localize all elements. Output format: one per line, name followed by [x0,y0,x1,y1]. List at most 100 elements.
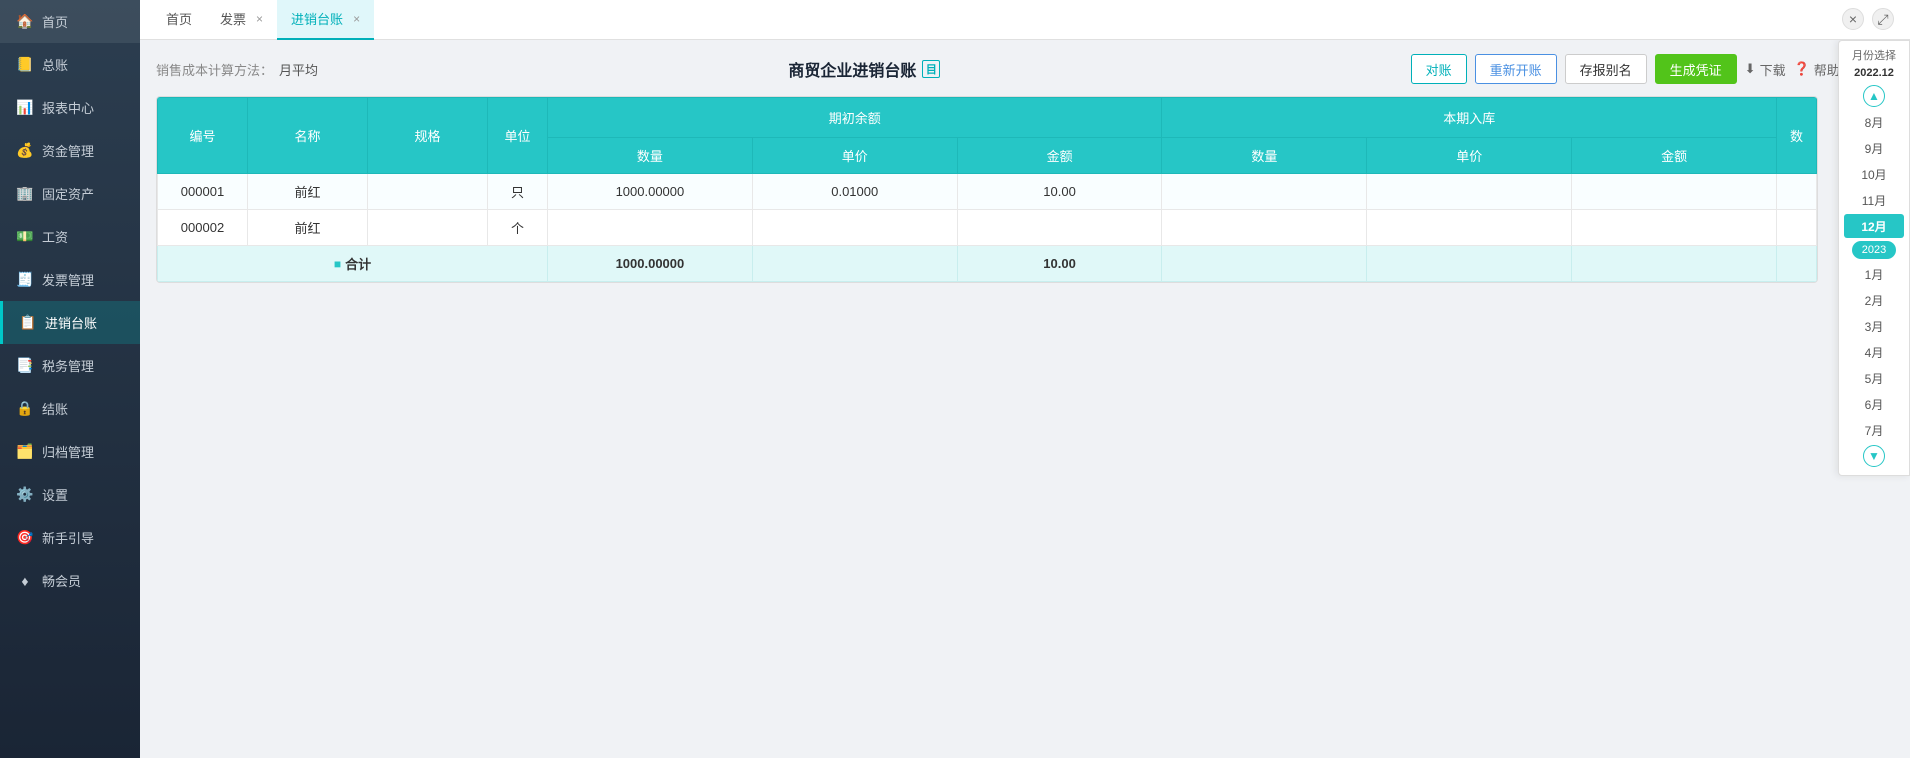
sidebar-item-reports[interactable]: 📊 报表中心 [0,86,140,129]
close-account-icon: 🔒 [16,400,34,417]
col-opening-price: 单价 [752,138,957,174]
cell-opening-price: 0.01000 [752,174,957,210]
month-10[interactable]: 10月 [1844,162,1904,186]
month-6[interactable]: 6月 [1844,392,1904,416]
cell-opening-qty [548,210,753,246]
download-icon: ⬇ [1745,61,1756,77]
archive-icon: 🗂️ [16,443,34,460]
reopen-button[interactable]: 重新开账 [1475,54,1557,84]
month-9[interactable]: 9月 [1844,136,1904,160]
year-2023-badge: 2023 [1852,241,1896,259]
cell-name: 前红 [248,210,368,246]
cell-in-price [1367,174,1572,210]
help-icon: ❓ [1794,61,1810,77]
sidebar-item-archive[interactable]: 🗂️ 归档管理 [0,430,140,473]
total-opening-qty: 1000.00000 [548,246,753,282]
month-5[interactable]: 5月 [1844,366,1904,390]
sidebar-item-tax[interactable]: 📑 税务管理 [0,344,140,387]
tax-icon: 📑 [16,357,34,374]
sidebar-item-member[interactable]: ♦ 畅会员 [0,559,140,602]
month-7[interactable]: 7月 [1844,418,1904,442]
content-area: 销售成本计算方法： 月平均 商贸企业进销台账 目 对账 重新开账 存报别名 生成… [140,40,1910,758]
month-1[interactable]: 1月 [1844,262,1904,286]
cell-code: 000001 [158,174,248,210]
cell-spec [368,174,488,210]
window-maximize-button[interactable]: ⤢ [1872,8,1894,30]
settings-icon: ⚙️ [16,486,34,503]
window-controls: × ⤢ [1842,8,1894,30]
sidebar-item-assets[interactable]: 🏢 固定资产 [0,172,140,215]
col-period-in: 本期入库 [1162,98,1777,138]
funds-icon: 💰 [16,142,34,159]
close-purchase-sales-tab[interactable]: × [353,12,360,26]
cell-in-price [1367,210,1572,246]
tab-purchase-sales[interactable]: 进销台账 × [277,0,374,40]
month-2[interactable]: 2月 [1844,288,1904,312]
col-more: 数 [1777,98,1817,174]
table-row: 000002 前红 个 [158,210,1817,246]
col-name: 名称 [248,98,368,174]
sidebar-item-purchase-sales[interactable]: 📋 进销台账 [0,301,140,344]
cell-more [1777,174,1817,210]
total-label-cell: ■ 合计 [158,246,548,282]
total-more [1777,246,1817,282]
page-title: 商贸企业进销台账 目 [788,57,940,81]
purchase-sales-icon: 📋 [19,314,37,331]
cell-name: 前红 [248,174,368,210]
month-11[interactable]: 11月 [1844,188,1904,212]
sidebar-item-home[interactable]: 🏠 首页 [0,0,140,43]
toolbar: 对账 重新开账 存报别名 生成凭证 ⬇ 下载 ❓ 帮助 🔄 刷新 [1411,54,1894,84]
sidebar-item-wages[interactable]: 💵 工资 [0,215,140,258]
col-unit: 单位 [488,98,548,174]
sidebar-item-ledger[interactable]: 📒 总账 [0,43,140,86]
main-area: 首页 发票 × 进销台账 × 销售成本计算方法： 月平均 商贸企业进销台账 目 … [140,0,1910,758]
guide-icon: 🎯 [16,529,34,546]
tab-home[interactable]: 首页 [152,0,206,40]
tab-invoice[interactable]: 发票 × [206,0,277,40]
sidebar-item-invoice-mgmt[interactable]: 🧾 发票管理 [0,258,140,301]
col-opening-qty: 数量 [548,138,753,174]
close-invoice-tab[interactable]: × [256,12,263,26]
col-opening-balance: 期初余额 [548,98,1162,138]
sidebar-item-close[interactable]: 🔒 结账 [0,387,140,430]
help-button[interactable]: ❓ 帮助 [1794,60,1840,79]
cell-unit: 只 [488,174,548,210]
month-8[interactable]: 8月 [1844,110,1904,134]
cost-method-section: 销售成本计算方法： 月平均 [156,60,318,79]
cell-in-amount [1572,174,1777,210]
month-next-button[interactable]: ▼ [1863,445,1885,467]
cell-opening-qty: 1000.00000 [548,174,753,210]
month-12[interactable]: 12月 [1844,214,1904,238]
generate-voucher-button[interactable]: 生成凭证 [1655,54,1737,84]
col-in-qty: 数量 [1162,138,1367,174]
cell-opening-price [752,210,957,246]
reports-icon: 📊 [16,99,34,116]
tabs-bar: 首页 发票 × 进销台账 × [140,0,1910,40]
month-4[interactable]: 4月 [1844,340,1904,364]
col-opening-amount: 金额 [957,138,1162,174]
sidebar-item-settings[interactable]: ⚙️ 设置 [0,473,140,516]
save-as-button[interactable]: 存报别名 [1565,54,1647,84]
col-spec: 规格 [368,98,488,174]
sidebar-item-funds[interactable]: 💰 资金管理 [0,129,140,172]
header-row: 销售成本计算方法： 月平均 商贸企业进销台账 目 对账 重新开账 存报别名 生成… [156,54,1894,84]
total-in-qty [1162,246,1367,282]
window-close-button[interactable]: × [1842,8,1864,30]
assets-icon: 🏢 [16,185,34,202]
cell-unit: 个 [488,210,548,246]
sidebar: 🏠 首页 📒 总账 📊 报表中心 💰 资金管理 🏢 固定资产 💵 工资 🧾 发票… [0,0,140,758]
download-button[interactable]: ⬇ 下载 [1745,60,1786,79]
wages-icon: 💵 [16,228,34,245]
month-prev-button[interactable]: ▲ [1863,85,1885,107]
total-in-price [1367,246,1572,282]
month-3[interactable]: 3月 [1844,314,1904,338]
info-icon[interactable]: 目 [922,60,940,78]
table-row: 000001 前红 只 1000.00000 0.01000 10.00 [158,174,1817,210]
reconcile-button[interactable]: 对账 [1411,54,1467,84]
ledger-icon: 📒 [16,56,34,73]
cell-in-qty [1162,174,1367,210]
sidebar-item-guide[interactable]: 🎯 新手引导 [0,516,140,559]
cell-spec [368,210,488,246]
total-row: ■ 合计 1000.00000 10.00 [158,246,1817,282]
cell-more [1777,210,1817,246]
